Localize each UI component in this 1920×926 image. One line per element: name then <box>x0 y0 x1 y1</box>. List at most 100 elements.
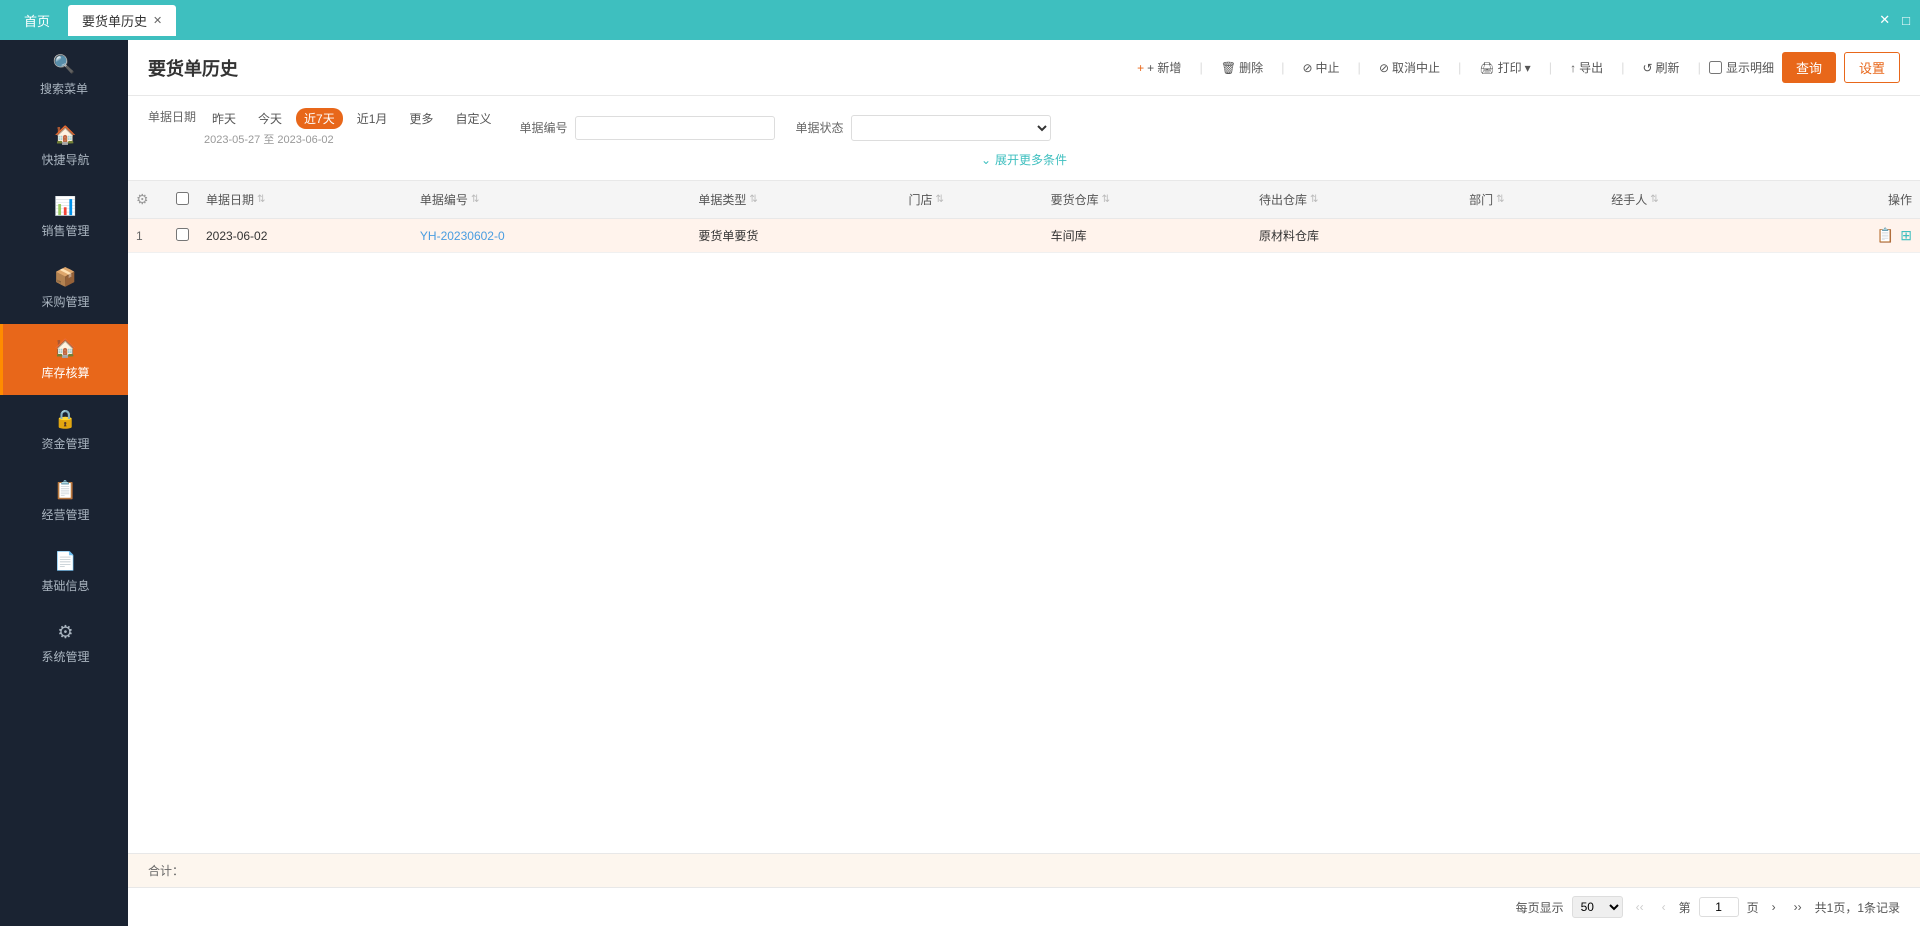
delete-button[interactable]: 🗑 删除 <box>1211 54 1273 81</box>
page-input[interactable] <box>1699 897 1739 917</box>
table-row: 1 2023-06-02 YH-20230602-0 要货单要货 车间库 原材料… <box>128 219 1920 253</box>
row-bill-date: 2023-06-02 <box>198 219 412 253</box>
expand-more-icon: ⌄ <box>981 153 991 167</box>
th-actions: 操作 <box>1779 181 1920 219</box>
print-dropdown-icon: ▾ <box>1525 61 1531 75</box>
date-7days[interactable]: 近7天 <box>296 108 343 129</box>
sidebar-item-sales-mgmt[interactable]: 📊 销售管理 <box>0 182 128 253</box>
pagination-first[interactable]: ‹‹ <box>1631 898 1649 916</box>
print-icon: 🖨 <box>1479 61 1494 75</box>
sidebar-item-basic-info[interactable]: 📄 基础信息 <box>0 537 128 608</box>
column-settings-icon[interactable]: ⚙ <box>136 191 149 207</box>
filter-area: 单据日期 昨天 今天 近7天 近1月 更多 自定义 2023-05-27 至 2… <box>128 96 1920 181</box>
window-maximize-icon[interactable]: □ <box>1902 13 1910 28</box>
tab-requisition-history[interactable]: 要货单历史 ✕ <box>68 5 176 36</box>
th-store: 门店 ⇅ <box>901 181 1043 219</box>
date-custom[interactable]: 自定义 <box>447 108 499 129</box>
th-bill-number: 单据编号 ⇅ <box>412 181 690 219</box>
top-bar: 首页 要货单历史 ✕ ✕ □ <box>0 0 1920 40</box>
sidebar-item-shortcut-nav[interactable]: 🏠 快捷导航 <box>0 111 128 182</box>
window-close-icon[interactable]: ✕ <box>1879 12 1890 28</box>
sort-department-icon: ⇅ <box>1496 194 1504 205</box>
th-department: 部门 ⇅ <box>1461 181 1603 219</box>
operation-mgmt-icon: 📋 <box>54 480 76 501</box>
expand-more-button[interactable]: ⌄ 展开更多条件 <box>148 151 1900 168</box>
suspend-icon: ⊘ <box>1302 61 1312 75</box>
table-area: ⚙ 单据日期 ⇅ 单据编号 <box>128 181 1920 853</box>
row-handler <box>1603 219 1778 253</box>
sidebar-item-search-menu[interactable]: 🔍 搜索菜单 <box>0 40 128 111</box>
th-req-warehouse: 要货仓库 ⇅ <box>1043 181 1251 219</box>
th-bill-type: 单据类型 ⇅ <box>690 181 900 219</box>
date-more[interactable]: 更多 <box>401 108 441 129</box>
bill-status-select[interactable] <box>851 115 1051 141</box>
date-today[interactable]: 今天 <box>250 108 290 129</box>
row-checkbox[interactable] <box>176 228 189 241</box>
tab-bar: 首页 要货单历史 ✕ <box>10 5 1879 36</box>
tab-close-icon[interactable]: ✕ <box>153 14 162 27</box>
basic-info-icon: 📄 <box>54 551 76 572</box>
bill-number-input[interactable] <box>575 116 775 140</box>
cancel-suspend-icon: ⊘ <box>1379 61 1389 75</box>
query-button[interactable]: 查询 <box>1782 52 1836 83</box>
settings-button[interactable]: 设置 <box>1844 52 1900 83</box>
select-all-checkbox[interactable] <box>176 192 189 205</box>
row-num: 1 <box>128 219 168 253</box>
data-table: ⚙ 单据日期 ⇅ 单据编号 <box>128 181 1920 253</box>
cancel-suspend-button[interactable]: ⊘ 取消中止 <box>1369 54 1450 81</box>
new-button[interactable]: + + 新增 <box>1127 54 1191 81</box>
row-req-warehouse: 车间库 <box>1043 219 1251 253</box>
sidebar-item-purchase-mgmt[interactable]: 📦 采购管理 <box>0 253 128 324</box>
shortcut-nav-icon: 🏠 <box>54 125 76 146</box>
row-bill-number: YH-20230602-0 <box>412 219 690 253</box>
tab-home[interactable]: 首页 <box>10 5 64 36</box>
fund-mgmt-icon: 🔒 <box>54 409 76 430</box>
main-layout: 🔍 搜索菜单 🏠 快捷导航 📊 销售管理 📦 采购管理 🏠 库存核算 🔒 资金管… <box>0 40 1920 926</box>
pagination-last[interactable]: ›› <box>1789 898 1807 916</box>
bill-number-link[interactable]: YH-20230602-0 <box>420 229 505 243</box>
suspend-button[interactable]: ⊘ 中止 <box>1292 54 1349 81</box>
bill-status-label: 单据状态 <box>795 119 843 136</box>
table-footer: 合计： <box>128 853 1920 887</box>
row-detail-icon[interactable]: ⊞ <box>1900 227 1912 244</box>
inventory-calc-icon: 🏠 <box>54 338 76 359</box>
print-button[interactable]: 🖨 打印 ▾ <box>1469 54 1540 81</box>
pagination-next[interactable]: › <box>1767 898 1781 916</box>
page-size-select[interactable]: 50 10 20 100 <box>1572 896 1623 918</box>
bill-number-filter: 单据编号 <box>519 116 775 140</box>
bill-date-label: 单据日期 <box>148 108 196 125</box>
system-mgmt-icon: ⚙ <box>57 622 73 643</box>
filter-row-1: 单据日期 昨天 今天 近7天 近1月 更多 自定义 2023-05-27 至 2… <box>148 108 1900 147</box>
page-header: 要货单历史 + + 新增 | 🗑 删除 | ⊘ 中止 | ⊘ <box>128 40 1920 96</box>
table-header-row: ⚙ 单据日期 ⇅ 单据编号 <box>128 181 1920 219</box>
content-area: 要货单历史 + + 新增 | 🗑 删除 | ⊘ 中止 | ⊘ <box>128 40 1920 926</box>
bill-date-filter: 单据日期 昨天 今天 近7天 近1月 更多 自定义 2023-05-27 至 2… <box>148 108 499 147</box>
sidebar-item-system-mgmt[interactable]: ⚙ 系统管理 <box>0 608 128 679</box>
row-bill-type: 要货单要货 <box>690 219 900 253</box>
sidebar-item-operation-mgmt[interactable]: 📋 经营管理 <box>0 466 128 537</box>
page-title: 要货单历史 <box>148 55 238 81</box>
bill-number-label: 单据编号 <box>519 119 567 136</box>
sidebar-item-fund-mgmt[interactable]: 🔒 资金管理 <box>0 395 128 466</box>
export-icon: ↑ <box>1570 61 1576 75</box>
export-button[interactable]: ↑ 导出 <box>1560 54 1613 81</box>
th-bill-date: 单据日期 ⇅ <box>198 181 412 219</box>
sort-pending-warehouse-icon: ⇅ <box>1310 194 1318 205</box>
table-body: 1 2023-06-02 YH-20230602-0 要货单要货 车间库 原材料… <box>128 219 1920 253</box>
page-actions: + + 新增 | 🗑 删除 | ⊘ 中止 | ⊘ 取消中止 | <box>1127 52 1900 83</box>
row-action-buttons: 📋 ⊞ <box>1787 227 1912 244</box>
row-checkbox-cell <box>168 219 198 253</box>
date-range-display: 2023-05-27 至 2023-06-02 <box>204 131 499 147</box>
row-edit-icon[interactable]: 📋 <box>1877 227 1894 244</box>
row-store <box>901 219 1043 253</box>
th-checkbox <box>168 181 198 219</box>
th-handler: 经手人 ⇅ <box>1603 181 1778 219</box>
show-detail-checkbox[interactable]: 显示明细 <box>1709 59 1774 76</box>
date-1month[interactable]: 近1月 <box>349 108 396 129</box>
date-yesterday[interactable]: 昨天 <box>204 108 244 129</box>
refresh-button[interactable]: ↺ 刷新 <box>1632 54 1689 81</box>
show-detail-input[interactable] <box>1709 61 1722 74</box>
sidebar-item-inventory-calc[interactable]: 🏠 库存核算 <box>0 324 128 395</box>
th-pending-warehouse: 待出仓库 ⇅ <box>1251 181 1461 219</box>
pagination-prev[interactable]: ‹ <box>1657 898 1671 916</box>
